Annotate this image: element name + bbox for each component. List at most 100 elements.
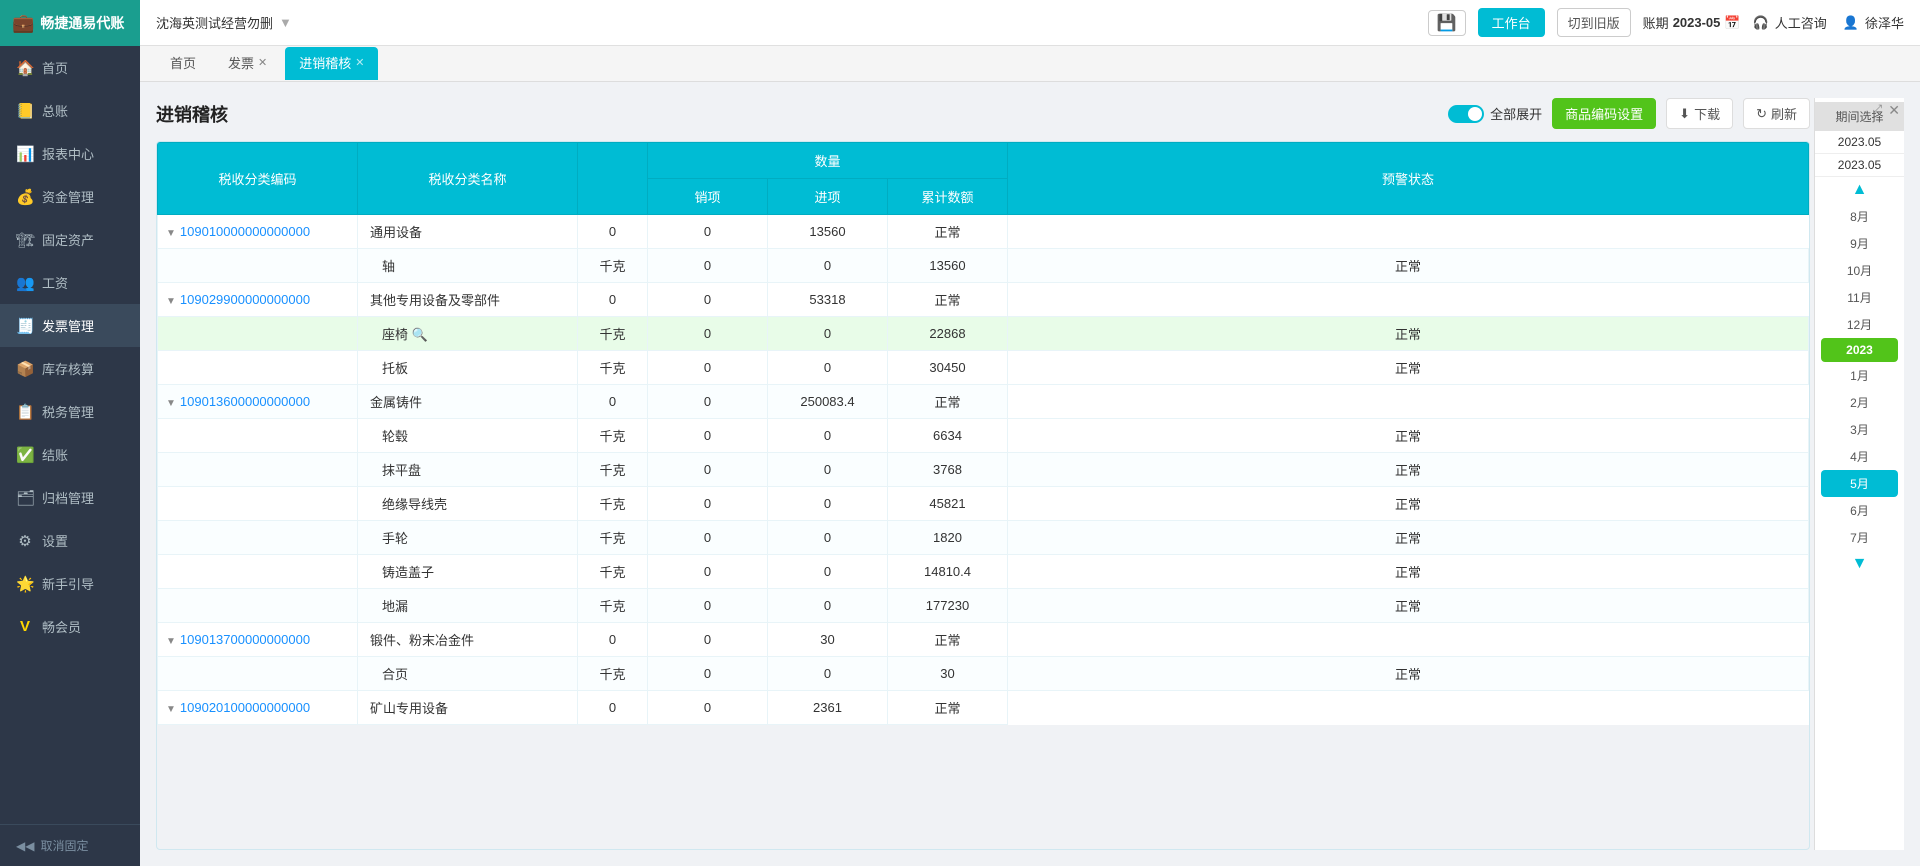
period-month[interactable]: 10月 [1815,257,1904,284]
group-name-cell: 锻件、粉末冶金件 [358,623,578,657]
item-unit-cell: 千克 [578,589,648,623]
period-month[interactable]: 2月 [1815,389,1904,416]
table-row: ▼109013600000000000 金属铸件 0 0 250083.4 正常 [158,385,1809,419]
tab-invoice-close[interactable]: ✕ [258,56,267,69]
group-name-cell: 矿山专用设备 [358,691,578,725]
sidebar-item-member[interactable]: V 畅会员 [0,605,140,648]
sidebar-nav: 🏠 首页 📒 总账 📊 报表中心 💰 资金管理 🏗 固定资产 👥 工资 🧾 发票… [0,46,140,824]
item-total-cell: 22868 [888,317,1008,351]
topbar: 沈海英测试经营勿删 ▼ 💾 工作台 切到旧版 账期 2023-05 📅 🎧 人工… [140,0,1920,46]
panel-close-button[interactable]: ✕ [1888,102,1900,119]
download-button[interactable]: ⬇ 下载 [1666,98,1733,129]
period-month[interactable]: 5月 [1821,470,1898,497]
sidebar-item-label: 畅会员 [42,617,81,636]
sidebar-item-reports[interactable]: 📊 报表中心 [0,132,140,175]
sidebar-item-ledger[interactable]: 📒 总账 [0,89,140,132]
th-tax-code: 税收分类编码 [158,143,358,215]
item-code-cell [158,419,358,453]
period-month[interactable]: 2023 [1821,338,1898,362]
tab-home[interactable]: 首页 [156,47,210,80]
period-month[interactable]: 6月 [1815,497,1904,524]
sidebar-item-funds[interactable]: 💰 资金管理 [0,175,140,218]
sidebar-item-archive[interactable]: 🗂 归档管理 [0,476,140,519]
collapse-icon[interactable]: ▼ [166,398,176,409]
company-selector[interactable]: 沈海英测试经营勿删 ▼ [156,13,1416,32]
user-menu[interactable]: 👤 徐泽华 [1843,13,1904,32]
refresh-button[interactable]: ↻ 刷新 [1743,98,1810,129]
settle-icon: ✅ [16,446,34,464]
content-area: 进销稽核 全部展开 商品编码设置 ⬇ 下载 [140,82,1920,866]
item-sale-cell: 0 [648,521,768,555]
item-unit-cell: 千克 [578,317,648,351]
app-logo: 💼 畅捷通易代账 [0,0,140,46]
toggle-track[interactable] [1448,105,1484,123]
sidebar-item-settings[interactable]: ⚙ 设置 [0,519,140,562]
sidebar-item-label: 总账 [42,101,68,120]
sidebar-item-label: 工资 [42,273,68,292]
panel-expand-button[interactable]: ⤢ [1872,102,1882,117]
item-purchase-cell: 0 [768,317,888,351]
item-total-cell: 1820 [888,521,1008,555]
funds-icon: 💰 [16,188,34,206]
sidebar-item-salary[interactable]: 👥 工资 [0,261,140,304]
collapse-icon[interactable]: ▼ [166,636,176,647]
table-row: 绝缘导线壳 千克 0 0 45821 正常 [158,487,1809,521]
period-month[interactable]: 7月 [1815,524,1904,551]
search-icon[interactable]: 🔍 [412,327,428,342]
item-status-cell: 正常 [1008,555,1809,589]
collapse-icon[interactable]: ▼ [166,228,176,239]
expand-toggle[interactable]: 全部展开 [1448,104,1542,123]
tab-invoice[interactable]: 发票 ✕ [214,47,281,80]
period-up-arrow[interactable]: ▲ [1815,177,1904,203]
period-month[interactable]: 3月 [1815,416,1904,443]
item-code-cell [158,521,358,555]
workbench-button[interactable]: 工作台 [1478,8,1545,37]
tab-reconcile-label: 进销稽核 [299,53,351,72]
headset-icon: 🎧 [1753,15,1769,31]
item-sale-cell: 0 [648,453,768,487]
sidebar-item-label: 资金管理 [42,187,94,206]
item-name-cell: 地漏 [358,589,578,623]
support-link[interactable]: 🎧 人工咨询 [1753,13,1827,32]
period-selector[interactable]: 账期 2023-05 📅 [1643,13,1741,32]
group-purchase-cell: 0 [648,283,768,317]
item-total-cell: 6634 [888,419,1008,453]
topbar-right: 🎧 人工咨询 👤 徐泽华 [1753,13,1904,32]
product-code-button[interactable]: 商品编码设置 [1552,98,1656,129]
group-status-cell: 正常 [888,691,1008,725]
sidebar-item-guide[interactable]: 🌟 新手引导 [0,562,140,605]
group-sale-cell: 0 [578,283,648,317]
collapse-icon[interactable]: ▼ [166,296,176,307]
assets-icon: 🏗 [16,231,34,249]
period-month[interactable]: 12月 [1815,311,1904,338]
item-status-cell: 正常 [1008,317,1809,351]
period-month[interactable]: 8月 [1815,203,1904,230]
item-status-cell: 正常 [1008,453,1809,487]
period-down-arrow[interactable]: ▼ [1815,551,1904,577]
group-name-cell: 其他专用设备及零部件 [358,283,578,317]
sidebar-item-invoice[interactable]: 🧾 发票管理 [0,304,140,347]
period-month[interactable]: 9月 [1815,230,1904,257]
item-status-cell: 正常 [1008,521,1809,555]
tab-reconcile-close[interactable]: ✕ [355,56,364,69]
save-button[interactable]: 💾 [1428,10,1466,36]
collapse-icon[interactable]: ▼ [166,704,176,715]
sidebar-item-assets[interactable]: 🏗 固定资产 [0,218,140,261]
period-month[interactable]: 11月 [1815,284,1904,311]
group-status-cell: 正常 [888,283,1008,317]
table-row: 托板 千克 0 0 30450 正常 [158,351,1809,385]
support-label: 人工咨询 [1775,13,1827,32]
sidebar-item-tax[interactable]: 📋 税务管理 [0,390,140,433]
item-purchase-cell: 0 [768,589,888,623]
tab-reconcile[interactable]: 进销稽核 ✕ [285,47,378,80]
switch-version-button[interactable]: 切到旧版 [1557,8,1631,37]
sidebar-item-settle[interactable]: ✅ 结账 [0,433,140,476]
period-month[interactable]: 1月 [1815,362,1904,389]
period-month[interactable]: 4月 [1815,443,1904,470]
sidebar-item-home[interactable]: 🏠 首页 [0,46,140,89]
sidebar-unpin[interactable]: ◀◀ 取消固定 [0,824,140,866]
group-total-cell: 30 [768,623,888,657]
sidebar-item-inventory[interactable]: 📦 库存核算 [0,347,140,390]
item-code-cell [158,453,358,487]
item-code-cell [158,487,358,521]
